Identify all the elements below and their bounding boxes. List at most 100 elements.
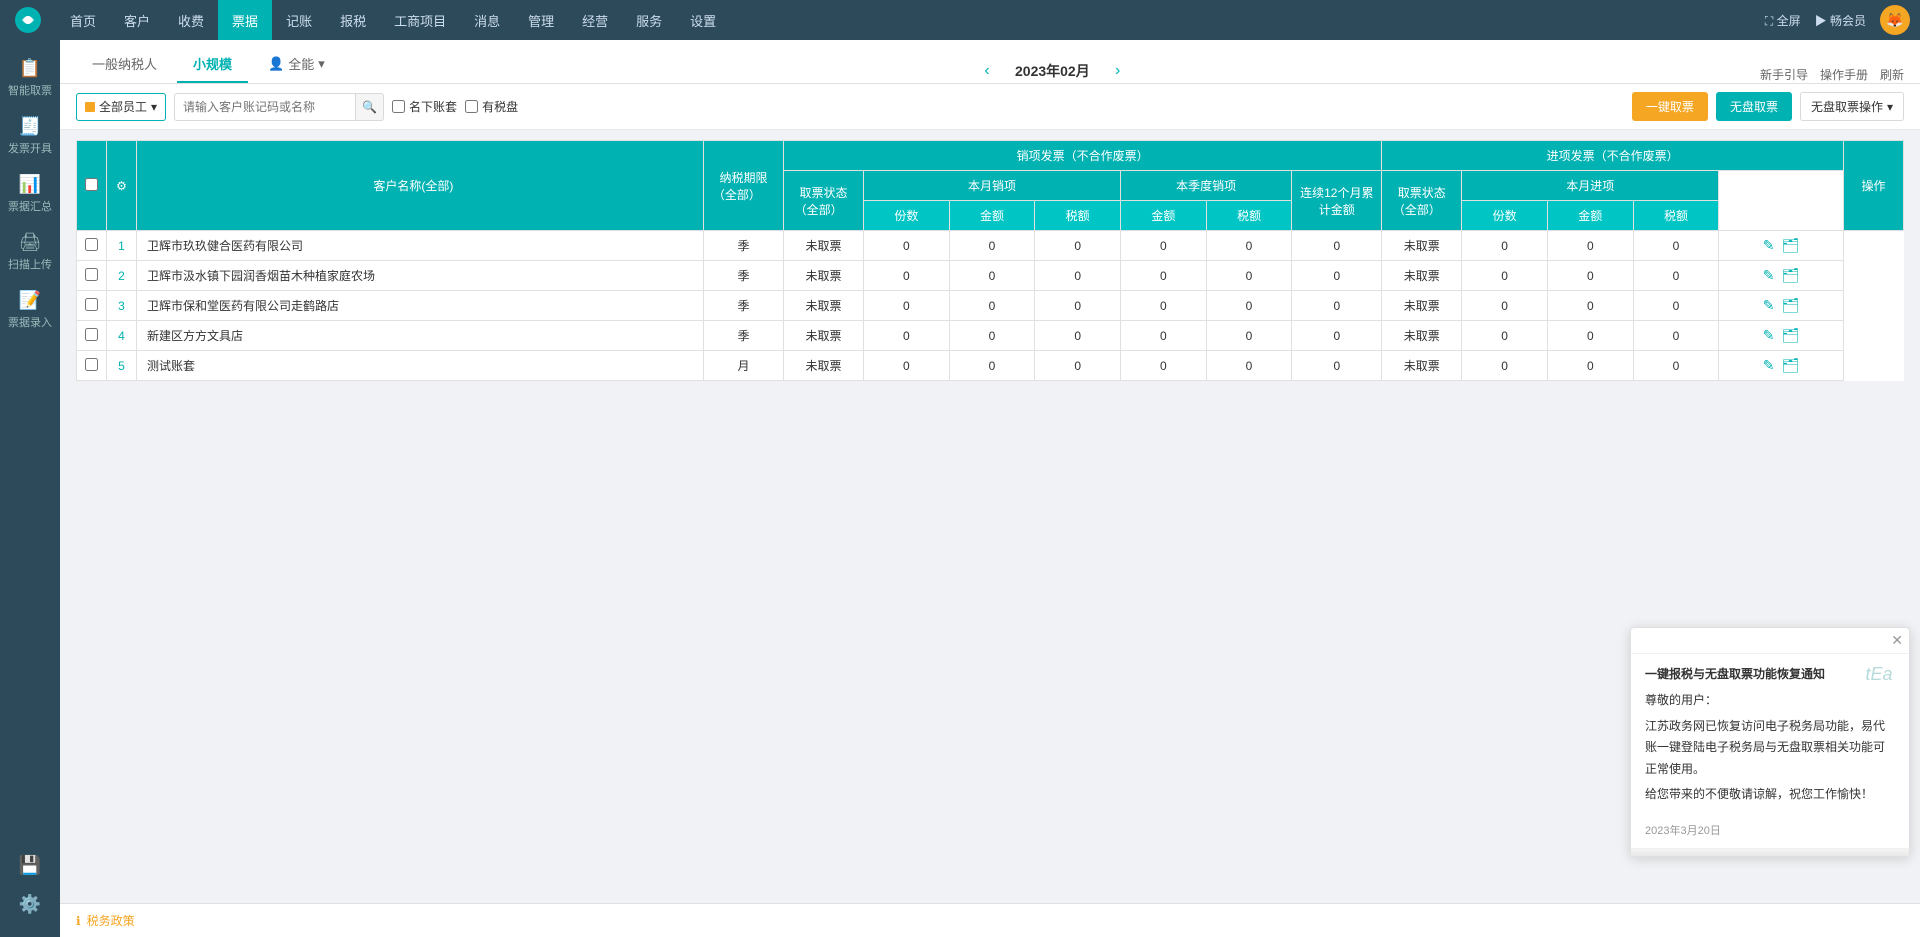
sidebar-item-invoice-summary[interactable]: 📊 票据汇总 (2, 166, 58, 220)
next-period-btn[interactable]: › (1106, 59, 1130, 83)
row-checkbox[interactable] (77, 231, 107, 261)
app-logo (10, 2, 46, 38)
no-disk-ops-btn[interactable]: 无盘取票操作 ▾ (1800, 92, 1904, 121)
sidebar-item-ticket-entry[interactable]: 📝 票据录入 (2, 282, 58, 336)
search-button[interactable]: 🔍 (355, 93, 383, 121)
edit-btn[interactable]: ✎ (1763, 297, 1775, 313)
nav-settings[interactable]: 设置 (676, 0, 730, 40)
nav-business[interactable]: 工商项目 (380, 0, 460, 40)
row-name: 卫辉市汲水镇下园润香烟苗木种植家庭农场 (137, 261, 704, 291)
edit-btn[interactable]: ✎ (1763, 237, 1775, 253)
sidebar-item-scan-upload[interactable]: 🖨 扫描上传 (2, 224, 58, 278)
edit-btn[interactable]: ✎ (1763, 357, 1775, 373)
no-disk-ticket-btn[interactable]: 无盘取票 (1716, 92, 1792, 121)
row-sale-cancel-status: 未取票 (784, 351, 864, 381)
row-purchase-cancel-status: 未取票 (1382, 291, 1462, 321)
nav-service[interactable]: 服务 (622, 0, 676, 40)
row-period: 月 (704, 351, 784, 381)
nav-manage[interactable]: 管理 (514, 0, 568, 40)
detail-btn[interactable]: 🗂 (1782, 357, 1800, 373)
row-quarter-tax: 0 (1206, 231, 1292, 261)
notification-scrollbar[interactable] (1631, 848, 1909, 856)
notification-body: tEa 一键报税与无盘取票功能恢复通知 尊敬的用户： 江苏政务网已恢复访问电子税… (1631, 654, 1909, 816)
nav-message[interactable]: 消息 (460, 0, 514, 40)
top-navigation: 首页 客户 收费 票据 记账 报税 工商项目 消息 管理 经营 服务 设置 ⛶ … (0, 0, 1920, 40)
select-all-checkbox[interactable] (85, 178, 98, 191)
row-actions: ✎ 🗂 (1719, 351, 1844, 381)
row-checkbox[interactable] (77, 321, 107, 351)
vip-btn[interactable]: ▶ 畅会员 (1815, 12, 1866, 29)
notification-content: 江苏政务网已恢复访问电子税务局功能，易代账一键登陆电子税务局与无盘取票相关功能可… (1645, 716, 1895, 781)
row-quarter-tax: 0 (1206, 261, 1292, 291)
one-key-ticket-btn[interactable]: 一键取票 (1632, 92, 1708, 121)
row-checkbox[interactable] (77, 291, 107, 321)
staff-filter[interactable]: 全部员工 ▾ (76, 93, 166, 121)
row-quarter-amount: 0 (1121, 351, 1207, 381)
sidebar-item-smart-ticket[interactable]: 📋 智能取票 (2, 50, 58, 104)
manual-btn[interactable]: 操作手册 (1820, 66, 1868, 83)
detail-btn[interactable]: 🗂 (1782, 237, 1800, 253)
row-period: 季 (704, 231, 784, 261)
row-purchase-amount: 0 (1547, 231, 1633, 261)
avatar[interactable]: 🦊 (1880, 5, 1910, 35)
th-settings: ⚙ (107, 141, 137, 231)
th-ops: 操作 (1844, 141, 1904, 231)
th-purchase-shares: 份数 (1462, 201, 1548, 231)
sidebar-download[interactable]: 💾 (2, 847, 58, 882)
row-purchase-amount: 0 (1547, 351, 1633, 381)
nav-customer[interactable]: 客户 (110, 0, 164, 40)
detail-btn[interactable]: 🗂 (1782, 297, 1800, 313)
tab-general-taxpayer[interactable]: 一般纳税人 (76, 46, 173, 83)
row-period: 季 (704, 291, 784, 321)
detail-btn[interactable]: 🗂 (1782, 267, 1800, 283)
nav-tax[interactable]: 报税 (326, 0, 380, 40)
row-purchase-cancel-status: 未取票 (1382, 351, 1462, 381)
edit-btn[interactable]: ✎ (1763, 327, 1775, 343)
nav-operation[interactable]: 经营 (568, 0, 622, 40)
row-sale-shares: 0 (864, 231, 950, 261)
th-cum12: 连续12个月累计金额 (1292, 171, 1382, 231)
nav-accounting[interactable]: 记账 (272, 0, 326, 40)
sidebar-gear[interactable]: ⚙️ (2, 886, 58, 921)
under-account-checkbox[interactable] (392, 100, 405, 113)
tab-small-scale[interactable]: 小规模 (177, 46, 248, 83)
tax-policy-link[interactable]: 税务政策 (87, 912, 135, 929)
edit-btn[interactable]: ✎ (1763, 267, 1775, 283)
detail-btn[interactable]: 🗂 (1782, 327, 1800, 343)
under-account-filter[interactable]: 名下账套 (392, 98, 457, 115)
notification-close-btn[interactable]: ✕ (1891, 632, 1903, 649)
new-guide-btn[interactable]: 新手引导 (1760, 66, 1808, 83)
row-sale-shares: 0 (864, 321, 950, 351)
prev-period-btn[interactable]: ‹ (975, 59, 999, 83)
nav-invoice[interactable]: 票据 (218, 0, 272, 40)
row-sale-amount: 0 (949, 291, 1035, 321)
th-sale-invoice: 销项发票（不合作废票） (784, 141, 1382, 171)
row-quarter-tax: 0 (1206, 321, 1292, 351)
row-sale-tax: 0 (1035, 351, 1121, 381)
row-checkbox[interactable] (77, 351, 107, 381)
row-purchase-shares: 0 (1462, 351, 1548, 381)
th-sale-tax: 税额 (1035, 201, 1121, 231)
tax-policy-icon: ℹ (76, 914, 81, 928)
th-purchase-invoice: 进项发票（不合作废票） (1382, 141, 1844, 171)
table-row: 1 卫辉市玖玖健合医药有限公司 季 未取票 0 0 0 0 0 0 未取票 0 … (77, 231, 1904, 261)
row-quarter-amount: 0 (1121, 231, 1207, 261)
tab-all-capable[interactable]: 👤 全能 ▾ (252, 46, 341, 83)
nav-billing[interactable]: 收费 (164, 0, 218, 40)
th-name: 客户名称(全部) ▼ (137, 141, 704, 231)
sidebar-item-issue-invoice[interactable]: 🧾 发票开具 (2, 108, 58, 162)
scan-upload-icon: 🖨 (19, 232, 42, 253)
refresh-btn[interactable]: 刷新 (1880, 66, 1904, 83)
has-tax-disk-checkbox[interactable] (465, 100, 478, 113)
row-number: 4 (107, 321, 137, 351)
row-purchase-cancel-status: 未取票 (1382, 321, 1462, 351)
search-input[interactable] (175, 100, 355, 114)
fullscreen-btn[interactable]: ⛶ 全屏 (1765, 12, 1801, 29)
tea-decoration: tEa (1849, 654, 1909, 694)
has-tax-disk-filter[interactable]: 有税盘 (465, 98, 518, 115)
row-purchase-shares: 0 (1462, 261, 1548, 291)
invoice-summary-icon: 📊 (19, 174, 41, 195)
row-purchase-shares: 0 (1462, 231, 1548, 261)
nav-home[interactable]: 首页 (56, 0, 110, 40)
row-checkbox[interactable] (77, 261, 107, 291)
